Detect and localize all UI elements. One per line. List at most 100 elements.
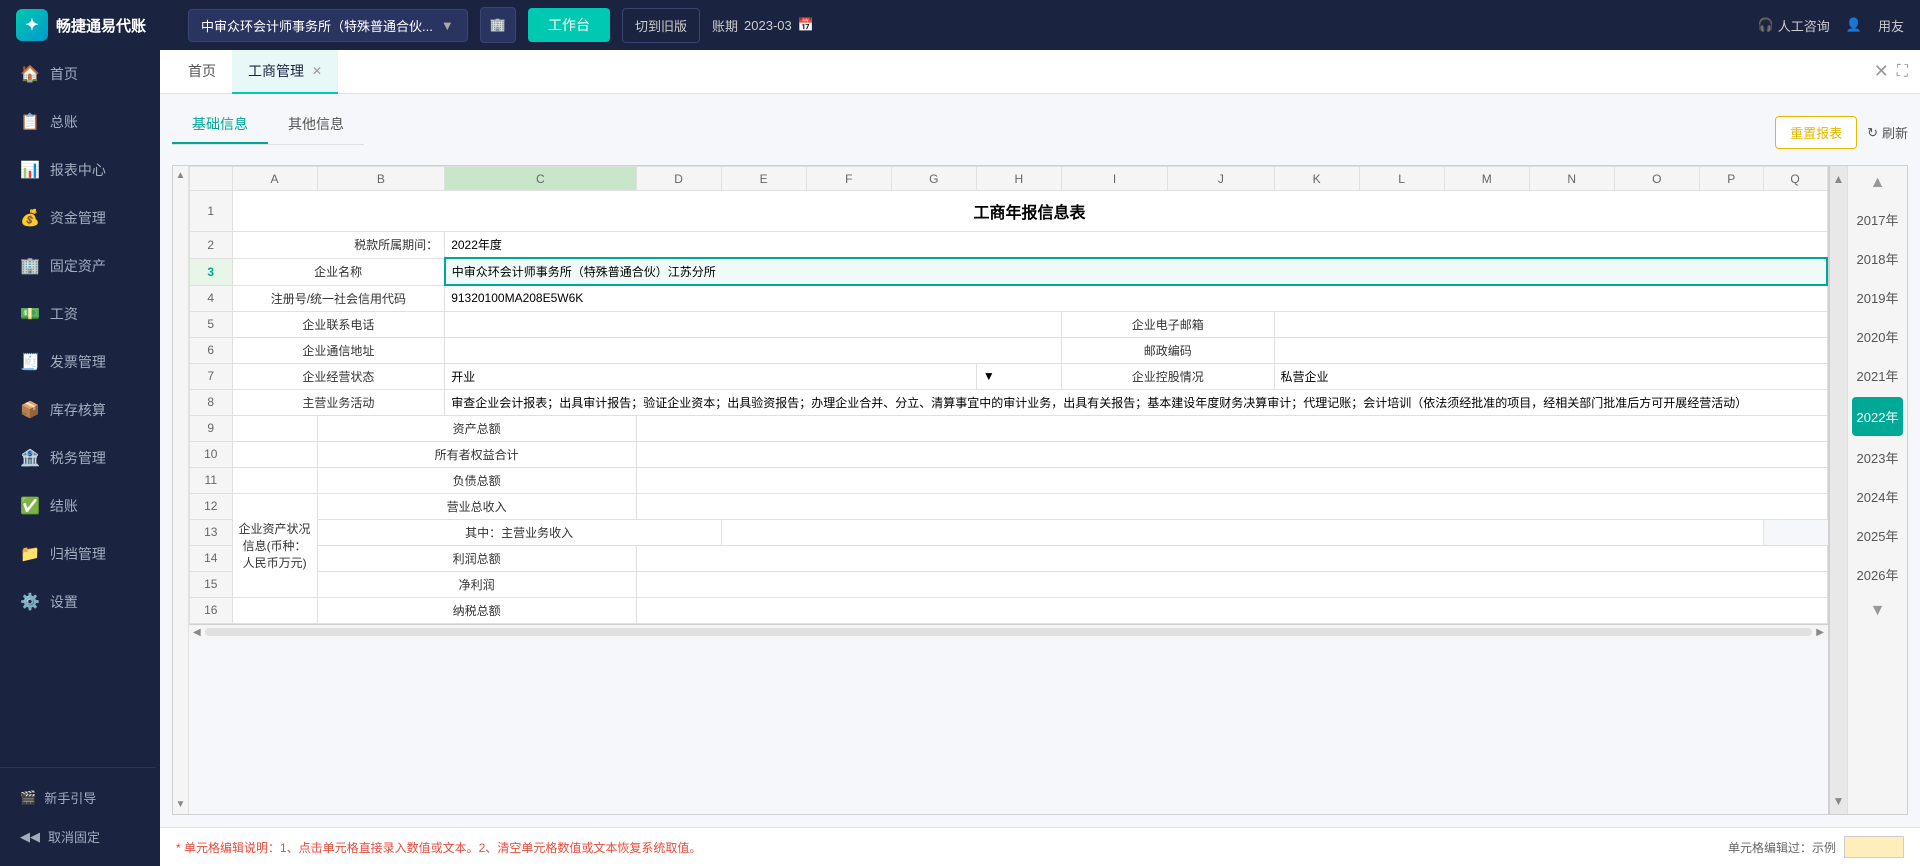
year-2017[interactable]: 2017年	[1848, 200, 1907, 239]
cell-liab-group	[232, 467, 317, 493]
table-row: 6 企业通信地址 邮政编码	[190, 337, 1828, 363]
panel-up-icon[interactable]: ▲	[1833, 172, 1845, 186]
user-icon: 👤	[1846, 17, 1862, 33]
sidebar-item-invoice[interactable]: 🧾 发票管理	[0, 338, 160, 386]
sidebar-item-label: 发票管理	[50, 352, 106, 372]
cell-equity-value[interactable]	[636, 441, 1827, 467]
window-close-button[interactable]: ✕	[1874, 61, 1889, 82]
spreadsheet-scroll[interactable]: A B C D E F G H I J K L	[189, 166, 1828, 814]
company-selector[interactable]: 中审众环会计师事务所（特殊普通合伙... ▼	[188, 9, 468, 42]
cell-total-assets-value[interactable]	[636, 415, 1827, 441]
cell-tax-value[interactable]	[636, 597, 1827, 623]
year-2018[interactable]: 2018年	[1848, 239, 1907, 278]
window-expand-button[interactable]: ⛶	[1897, 61, 1908, 82]
cell-email-value[interactable]	[1274, 311, 1827, 337]
scroll-right-icon[interactable]: ▶	[1816, 627, 1824, 638]
sidebar-item-archive[interactable]: 📁 归档管理	[0, 530, 160, 578]
cell-revenue-value[interactable]	[636, 493, 1827, 519]
tab-close-icon[interactable]: ✕	[312, 64, 322, 78]
scroll-down-icon[interactable]: ▼	[176, 799, 186, 810]
year-2023[interactable]: 2023年	[1848, 438, 1907, 477]
table-row: 9 资产总额	[190, 415, 1828, 441]
user-label: 用友	[1878, 16, 1904, 35]
year-2020[interactable]: 2020年	[1848, 317, 1907, 356]
cell-main-revenue-value[interactable]	[721, 519, 1763, 545]
refresh-button[interactable]: ↻ 刷新	[1867, 123, 1908, 142]
support-button[interactable]: 🎧 人工咨询	[1758, 16, 1830, 35]
cell-period-value[interactable]: 2022年度	[445, 232, 1827, 259]
calendar-icon[interactable]: 📅	[798, 17, 814, 33]
guide-icon: 🎬	[20, 790, 36, 806]
close-account-icon: ✅	[20, 496, 40, 516]
cell-holding-value[interactable]: 私营企业	[1274, 363, 1827, 389]
cell-revenue-label: 营业总收入	[317, 493, 636, 519]
year-nav-down[interactable]: ▼	[1848, 594, 1907, 628]
cell-company-value[interactable]: 中审众环会计师事务所（特殊普通合伙）江苏分所	[445, 258, 1827, 285]
row-num: 10	[190, 441, 233, 467]
year-2022[interactable]: 2022年	[1852, 397, 1903, 436]
sidebar-item-guide[interactable]: 🎬 新手引导	[0, 778, 160, 817]
row-num: 6	[190, 337, 233, 363]
col-j: J	[1168, 167, 1274, 191]
cell-profit-label: 利润总额	[317, 545, 636, 571]
company-icon-btn[interactable]: 🏢	[480, 7, 516, 43]
year-2019[interactable]: 2019年	[1848, 278, 1907, 317]
archive-icon: 📁	[20, 544, 40, 564]
tab-home[interactable]: 首页	[172, 50, 232, 94]
right-side-panel: ▲ ▼ ▲ 2017年 2018年 2019年 2020年 2021年 2022…	[1828, 166, 1907, 814]
cell-business-value[interactable]: 审查企业会计报表；出具审计报告；验证企业资本；出具验资报告；办理企业合并、分立、…	[445, 389, 1827, 415]
table-row: 14 利润总额	[190, 545, 1828, 571]
cell-profit-value[interactable]	[636, 545, 1827, 571]
sub-tab-basic[interactable]: 基础信息	[172, 106, 268, 144]
cell-phone-value[interactable]	[445, 311, 1062, 337]
year-2025[interactable]: 2025年	[1848, 516, 1907, 555]
sidebar-item-funds[interactable]: 💰 资金管理	[0, 194, 160, 242]
cell-regid-label: 注册号/统一社会信用代码	[232, 285, 445, 311]
cell-status-arrow[interactable]: ▼	[976, 363, 1061, 389]
tab-bar-right: ✕ ⛶	[1874, 61, 1908, 82]
sidebar-item-close-account[interactable]: ✅ 结账	[0, 482, 160, 530]
year-2026[interactable]: 2026年	[1848, 555, 1907, 594]
cell-net-profit-value[interactable]	[636, 571, 1827, 597]
old-version-button[interactable]: 切到旧版	[622, 8, 700, 43]
year-2021[interactable]: 2021年	[1848, 356, 1907, 395]
reset-report-button[interactable]: 重置报表	[1775, 116, 1857, 149]
sidebar-item-unpin[interactable]: ◀◀ 取消固定	[0, 817, 160, 856]
cell-holding-label: 企业控股情况	[1061, 363, 1274, 389]
h-scroll-area[interactable]: ◀ ▶	[189, 624, 1828, 640]
year-nav-up[interactable]: ▲	[1848, 166, 1907, 200]
cell-status-value[interactable]: 开业	[445, 363, 977, 389]
tab-business[interactable]: 工商管理 ✕	[232, 50, 338, 94]
cell-postal-value[interactable]	[1274, 337, 1827, 363]
workbench-button[interactable]: 工作台	[528, 8, 610, 42]
sidebar-item-label: 结账	[50, 496, 78, 516]
inventory-icon: 📦	[20, 400, 40, 420]
cell-title[interactable]: 工商年报信息表	[232, 191, 1827, 232]
content-area: 首页 工商管理 ✕ ✕ ⛶ 基础信息 其他信息	[160, 50, 1920, 866]
sidebar-item-assets[interactable]: 🏢 固定资产	[0, 242, 160, 290]
panel-down-icon[interactable]: ▼	[1833, 794, 1845, 808]
sidebar-item-wages[interactable]: 💵 工资	[0, 290, 160, 338]
col-header-row: A B C D E F G H I J K L	[190, 167, 1828, 191]
sidebar-item-ledger[interactable]: 📋 总账	[0, 98, 160, 146]
tab-business-label: 工商管理	[248, 61, 304, 81]
sidebar-item-label: 库存核算	[50, 400, 106, 420]
cell-postal-label: 邮政编码	[1061, 337, 1274, 363]
sidebar-item-home[interactable]: 🏠 首页	[0, 50, 160, 98]
scroll-left-icon[interactable]: ◀	[193, 627, 201, 638]
sidebar-item-reports[interactable]: 📊 报表中心	[0, 146, 160, 194]
table-row: 1 工商年报信息表	[190, 191, 1828, 232]
sidebar-item-tax[interactable]: 🏦 税务管理	[0, 434, 160, 482]
spreadsheet-area: ▲ ▼	[172, 165, 1908, 815]
scroll-up-icon[interactable]: ▲	[176, 170, 186, 181]
tab-home-label: 首页	[188, 61, 216, 81]
h-scroll-track[interactable]	[205, 628, 1813, 636]
sidebar-item-inventory[interactable]: 📦 库存核算	[0, 386, 160, 434]
cell-liab-value[interactable]	[636, 467, 1827, 493]
sub-tab-other[interactable]: 其他信息	[268, 106, 364, 144]
year-2024[interactable]: 2024年	[1848, 477, 1907, 516]
reports-icon: 📊	[20, 160, 40, 180]
sidebar-item-settings[interactable]: ⚙️ 设置	[0, 578, 160, 626]
cell-regid-value[interactable]: 91320100MA208E5W6K	[445, 285, 1827, 311]
cell-address-value[interactable]	[445, 337, 1062, 363]
